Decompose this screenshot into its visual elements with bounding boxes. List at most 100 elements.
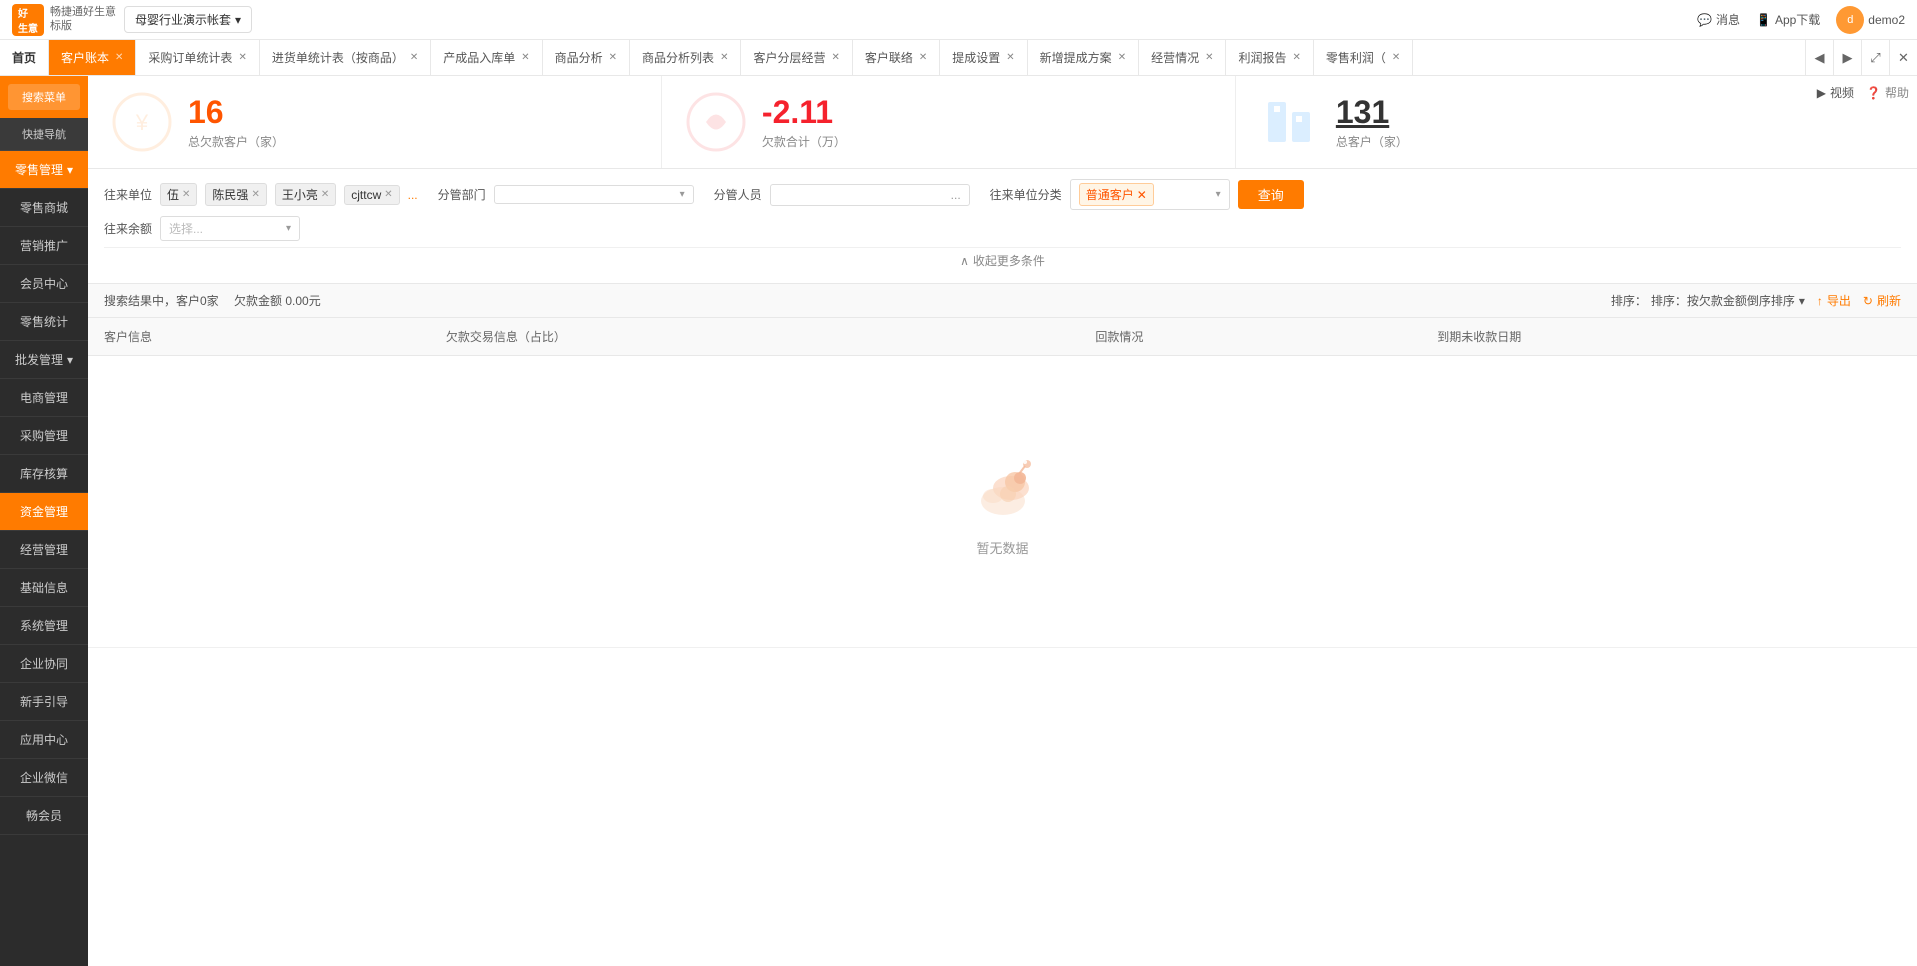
tab-close-icon[interactable]: ✕ [238,52,246,63]
app-download-btn[interactable]: 📱 App下载 [1756,11,1820,28]
tab-close-icon[interactable]: ✕ [1293,52,1301,63]
tab-home[interactable]: 首页 [0,40,49,76]
tab-close-icon[interactable]: ✕ [410,52,418,63]
dept-select[interactable]: ▾ [494,185,694,204]
tab-product-analysis[interactable]: 商品分析 ✕ [543,40,630,76]
col-debt-info: 欠款交易信息（占比） [430,318,1080,356]
col-customer-info: 客户信息 [88,318,430,356]
sidebar-item-new-guide[interactable]: 新手引导 [0,683,88,721]
tab-inbound-stats[interactable]: 进货单统计表（按商品） ✕ [260,40,431,76]
sidebar-item-retail-mall[interactable]: 零售商城 [0,189,88,227]
sidebar-item-member-center[interactable]: 会员中心 [0,265,88,303]
sidebar-item-retail-mgmt[interactable]: 零售管理 ▾ [0,151,88,189]
collapse-conditions-btn[interactable]: ∧ 收起更多条件 [104,247,1901,273]
user-avatar[interactable]: d demo2 [1836,6,1905,34]
tab-close-icon[interactable]: ✕ [609,52,617,63]
stat1-value: 16 [188,94,284,131]
enterprise-select[interactable]: 母婴行业演示帐套 ▾ [124,6,252,33]
sidebar-item-retail-stats[interactable]: 零售统计 [0,303,88,341]
stat1-icon-area: ¥ [112,92,172,152]
person-label: 分管人员 [714,186,762,203]
filter-more-tags[interactable]: ... [408,188,418,202]
sidebar-item-enterprise-wechat[interactable]: 企业微信 [0,759,88,797]
chevron-down-icon: ▾ [1799,294,1805,308]
tab-new-raise-plan[interactable]: 新增提成方案 ✕ [1028,40,1139,76]
more-icon: ... [951,188,961,202]
message-btn[interactable]: 💬 消息 [1697,11,1740,28]
sidebar-item-ops-mgmt[interactable]: 经营管理 [0,531,88,569]
results-summary: 搜索结果中，客户0家 欠款金额 0.00元 [104,292,321,309]
tab-product-analysis-list[interactable]: 商品分析列表 ✕ [630,40,741,76]
sidebar-item-inventory-check[interactable]: 库存核算 [0,455,88,493]
sidebar-search-area: 搜索菜单 [0,76,88,118]
sidebar-item-sys-mgmt[interactable]: 系统管理 [0,607,88,645]
tab-customer-accounts[interactable]: 客户账本 ✕ [49,40,136,76]
quick-nav-btn[interactable]: 快捷导航 [0,118,88,151]
tab-close-icon[interactable]: ✕ [1006,52,1014,63]
filter-tag-chen: 陈民强 ✕ [205,183,266,206]
sidebar-item-finance-mgmt[interactable]: 资金管理 [0,493,88,531]
tab-close-icon[interactable]: ✕ [831,52,839,63]
stats-row: ¥ 16 总欠款客户（家） -2.11 欠款合计（ [88,76,1917,169]
tab-customer-contact[interactable]: 客户联络 ✕ [853,40,940,76]
tab-close-icon[interactable]: ✕ [720,52,728,63]
nav-expand-btn[interactable]: ⤢ [1861,40,1889,76]
filter-row-1: 往来单位 伍 ✕ 陈民强 ✕ 王小亮 ✕ cjttcw ✕ ... [104,179,1901,210]
tag-close-cjttcw[interactable]: ✕ [384,189,392,200]
help-btn[interactable]: ❓ 帮助 [1866,84,1909,101]
unit-type-close[interactable]: ✕ [1137,188,1147,202]
collapse-icon: ∧ [960,254,969,268]
filter-tag-wu: 伍 ✕ [160,183,197,206]
tab-operations[interactable]: 经营情况 ✕ [1139,40,1226,76]
svg-text:¥: ¥ [135,110,149,135]
empty-text: 暂无数据 [976,538,1028,557]
sidebar-item-purchase-mgmt[interactable]: 采购管理 [0,417,88,455]
unit-label: 往来单位 [104,186,152,203]
sidebar-label: 零售管理 [15,161,63,178]
chevron-down-icon: ▾ [680,189,685,200]
tab-profit-report[interactable]: 利润报告 ✕ [1226,40,1313,76]
tab-retail-profit[interactable]: 零售利润（ ✕ [1314,40,1413,76]
tab-close-icon[interactable]: ✕ [919,52,927,63]
empty-state: 暂无数据 [104,366,1901,637]
results-bar: 搜索结果中，客户0家 欠款金额 0.00元 排序： 排序：按欠款金额倒序排序 ▾… [88,284,1917,318]
tab-close-icon[interactable]: ✕ [521,52,529,63]
sidebar-item-vip-member[interactable]: 畅会员 [0,797,88,835]
stat2-text: -2.11 欠款合计（万） [762,94,846,150]
tag-close-wu[interactable]: ✕ [182,189,190,200]
logo-area: 好生意 畅捷通好生意 标版 [12,4,116,36]
results-actions: 排序： 排序：按欠款金额倒序排序 ▾ ↑ 导出 ↻ 刷新 [1611,292,1901,309]
person-select[interactable]: ... [770,184,970,206]
filter-row-2: 往来余额 选择... ▾ [104,216,1901,241]
stat-card-customers: ¥ 16 总欠款客户（家） [88,76,662,168]
sidebar-item-basic-info[interactable]: 基础信息 [0,569,88,607]
tag-close-chen[interactable]: ✕ [251,189,259,200]
tab-close-icon[interactable]: ✕ [1392,52,1400,63]
export-btn[interactable]: ↑ 导出 [1817,292,1851,309]
stat-card-total-customers: 131 总客户（家） [1236,76,1809,168]
tab-close-icon[interactable]: ✕ [115,52,123,63]
sort-select[interactable]: 排序： 排序：按欠款金额倒序排序 ▾ [1611,292,1805,309]
search-menu-btn[interactable]: 搜索菜单 [8,84,80,110]
tab-purchase-order-stats[interactable]: 采购订单统计表 ✕ [136,40,259,76]
balance-select[interactable]: 选择... ▾ [160,216,300,241]
sidebar-item-enterprise-collab[interactable]: 企业协同 [0,645,88,683]
sidebar-item-ecommerce-mgmt[interactable]: 电商管理 [0,379,88,417]
tag-close-wang[interactable]: ✕ [321,189,329,200]
nav-next-btn[interactable]: ▶ [1833,40,1861,76]
sidebar-item-batch-mgmt[interactable]: 批发管理 ▾ [0,341,88,379]
tab-close-icon[interactable]: ✕ [1118,52,1126,63]
video-btn[interactable]: ▶ 视频 [1817,84,1854,101]
refresh-btn[interactable]: ↻ 刷新 [1863,292,1901,309]
tab-product-inbound[interactable]: 产成品入库单 ✕ [431,40,542,76]
sidebar-item-app-center[interactable]: 应用中心 [0,721,88,759]
tab-raise-settings[interactable]: 提成设置 ✕ [940,40,1027,76]
top-bar-right: 💬 消息 📱 App下载 d demo2 [1697,6,1905,34]
nav-close-btn[interactable]: ✕ [1889,40,1917,76]
tab-close-icon[interactable]: ✕ [1205,52,1213,63]
sidebar-item-marketing[interactable]: 营销推广 [0,227,88,265]
nav-prev-btn[interactable]: ◀ [1805,40,1833,76]
tab-customer-tier[interactable]: 客户分层经营 ✕ [741,40,852,76]
unit-type-select[interactable]: 普通客户 ✕ ▾ [1070,179,1230,210]
query-button[interactable]: 查询 [1238,180,1304,209]
